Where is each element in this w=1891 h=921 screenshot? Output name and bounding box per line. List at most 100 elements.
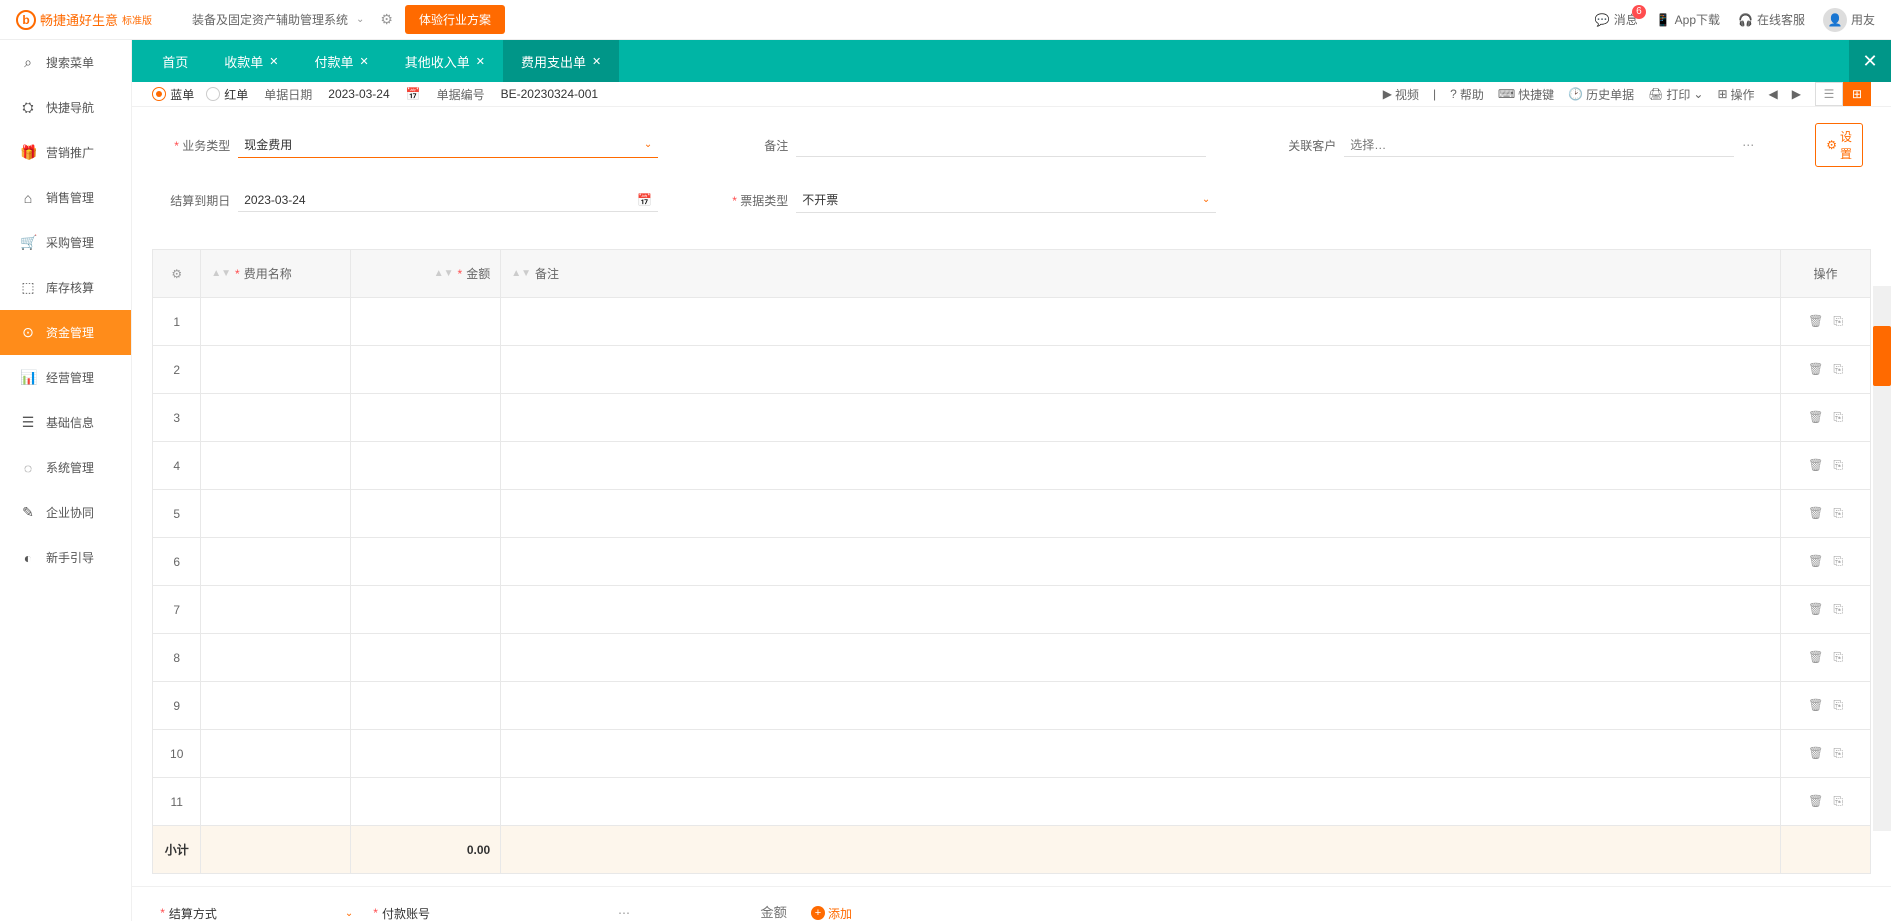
messages-button[interactable]: 💬 消息 6	[1595, 11, 1638, 28]
blue-doc-radio[interactable]: 蓝单	[152, 86, 194, 103]
cell-amt[interactable]	[351, 730, 501, 778]
cell-name[interactable]	[201, 490, 351, 538]
customer-select[interactable]	[1344, 134, 1734, 157]
cell-name[interactable]	[201, 778, 351, 826]
cell-name[interactable]	[201, 394, 351, 442]
cell-name[interactable]	[201, 634, 351, 682]
sidebar-item-3[interactable]: ⌂销售管理	[0, 175, 131, 220]
copy-icon[interactable]: ⎘	[1833, 506, 1843, 521]
amount-input[interactable]	[651, 903, 791, 921]
col-amt-header[interactable]: 金额	[466, 265, 490, 282]
cell-amt[interactable]	[351, 490, 501, 538]
cell-amt[interactable]	[351, 298, 501, 346]
cell-name[interactable]	[201, 682, 351, 730]
sort-icon[interactable]: ▲▼	[211, 271, 231, 276]
cell-remark[interactable]	[501, 538, 1781, 586]
copy-icon[interactable]: ⎘	[1833, 362, 1843, 377]
cell-remark[interactable]	[501, 298, 1781, 346]
remark-input[interactable]	[796, 134, 1206, 157]
cell-amt[interactable]	[351, 394, 501, 442]
cell-remark[interactable]	[501, 490, 1781, 538]
sidebar-item-11[interactable]: ◐新手引导	[0, 535, 131, 580]
system-selector[interactable]: 装备及固定资产辅助管理系统 ⌄ ⚙	[192, 11, 393, 28]
cell-name[interactable]	[201, 586, 351, 634]
invoice-type-select[interactable]: 不开票⌄	[796, 187, 1216, 213]
list-view-toggle[interactable]: ☰	[1815, 82, 1843, 106]
print-button[interactable]: 🖨 打印 ⌄	[1648, 86, 1703, 103]
prev-doc-icon[interactable]: ◀	[1769, 87, 1778, 101]
cell-amt[interactable]	[351, 442, 501, 490]
user-menu[interactable]: 👤 用友	[1823, 8, 1875, 32]
sort-icon[interactable]: ▲▼	[511, 271, 531, 276]
cell-remark[interactable]	[501, 346, 1781, 394]
cell-remark[interactable]	[501, 778, 1781, 826]
help-link[interactable]: ? 帮助	[1450, 86, 1484, 103]
cell-name[interactable]	[201, 538, 351, 586]
gear-icon[interactable]: ⚙	[380, 11, 393, 28]
settle-date-input[interactable]: 2023-03-24📅	[238, 189, 658, 212]
app-download-button[interactable]: 📱 App下载	[1656, 11, 1720, 28]
gear-icon[interactable]: ⚙	[171, 267, 182, 281]
copy-icon[interactable]: ⎘	[1833, 554, 1843, 569]
delete-icon[interactable]: 🗑	[1808, 458, 1823, 473]
cell-name[interactable]	[201, 346, 351, 394]
sidebar-item-9[interactable]: ◌系统管理	[0, 445, 131, 490]
video-link[interactable]: ▶ 视频	[1383, 86, 1419, 103]
cell-remark[interactable]	[501, 730, 1781, 778]
copy-icon[interactable]: ⎘	[1833, 314, 1843, 329]
settings-button[interactable]: ⚙设置	[1815, 123, 1863, 167]
shortcut-link[interactable]: ⌨ 快捷键	[1498, 86, 1554, 103]
copy-icon[interactable]: ⎘	[1833, 602, 1843, 617]
copy-icon[interactable]: ⎘	[1833, 650, 1843, 665]
settle-method-select[interactable]	[221, 903, 341, 921]
sidebar-item-5[interactable]: ⬚库存核算	[0, 265, 131, 310]
cell-amt[interactable]	[351, 682, 501, 730]
close-all-tabs[interactable]: ✕	[1849, 40, 1891, 82]
close-icon[interactable]: ✕	[476, 55, 485, 68]
tab-3[interactable]: 其他收入单✕	[387, 40, 503, 82]
chevron-down-icon[interactable]: ⌄	[345, 908, 353, 919]
close-icon[interactable]: ✕	[592, 55, 601, 68]
sort-icon[interactable]: ▲▼	[434, 271, 454, 276]
cell-remark[interactable]	[501, 442, 1781, 490]
grid-view-toggle[interactable]: ⊞	[1843, 82, 1871, 106]
copy-icon[interactable]: ⎘	[1833, 698, 1843, 713]
delete-icon[interactable]: 🗑	[1808, 410, 1823, 425]
delete-icon[interactable]: 🗑	[1808, 794, 1823, 809]
sidebar-item-8[interactable]: ☰基础信息	[0, 400, 131, 445]
sidebar-item-2[interactable]: 🎁营销推广	[0, 130, 131, 175]
tab-4[interactable]: 费用支出单✕	[503, 40, 619, 82]
copy-icon[interactable]: ⎘	[1833, 458, 1843, 473]
add-row-button[interactable]: + 添加	[811, 905, 852, 921]
sidebar-item-1[interactable]: ⛭快捷导航	[0, 85, 131, 130]
close-icon[interactable]: ✕	[359, 55, 368, 68]
scroll-thumb[interactable]	[1873, 326, 1891, 386]
delete-icon[interactable]: 🗑	[1808, 602, 1823, 617]
cta-button[interactable]: 体验行业方案	[405, 5, 505, 34]
cell-name[interactable]	[201, 442, 351, 490]
copy-icon[interactable]: ⎘	[1833, 794, 1843, 809]
tab-2[interactable]: 付款单✕	[296, 40, 386, 82]
copy-icon[interactable]: ⎘	[1833, 410, 1843, 425]
delete-icon[interactable]: 🗑	[1808, 554, 1823, 569]
delete-icon[interactable]: 🗑	[1808, 650, 1823, 665]
tab-1[interactable]: 收款单✕	[206, 40, 296, 82]
cell-amt[interactable]	[351, 346, 501, 394]
col-remark-header[interactable]: 备注	[535, 265, 559, 282]
doc-date-value[interactable]: 2023-03-24	[328, 87, 389, 101]
cell-remark[interactable]	[501, 394, 1781, 442]
history-link[interactable]: 🕑 历史单据	[1568, 86, 1634, 103]
calendar-icon[interactable]: 📅	[637, 193, 652, 207]
next-doc-icon[interactable]: ▶	[1792, 87, 1801, 101]
cell-amt[interactable]	[351, 538, 501, 586]
more-icon[interactable]: ⋯	[1742, 138, 1755, 152]
biz-type-select[interactable]: 现金费用⌄	[238, 132, 658, 158]
sidebar-item-7[interactable]: 📊经营管理	[0, 355, 131, 400]
cell-amt[interactable]	[351, 778, 501, 826]
delete-icon[interactable]: 🗑	[1808, 314, 1823, 329]
ops-button[interactable]: ⊞ 操作	[1717, 86, 1754, 103]
more-icon[interactable]: ⋯	[618, 906, 631, 920]
delete-icon[interactable]: 🗑	[1808, 506, 1823, 521]
delete-icon[interactable]: 🗑	[1808, 746, 1823, 761]
cell-remark[interactable]	[501, 634, 1781, 682]
